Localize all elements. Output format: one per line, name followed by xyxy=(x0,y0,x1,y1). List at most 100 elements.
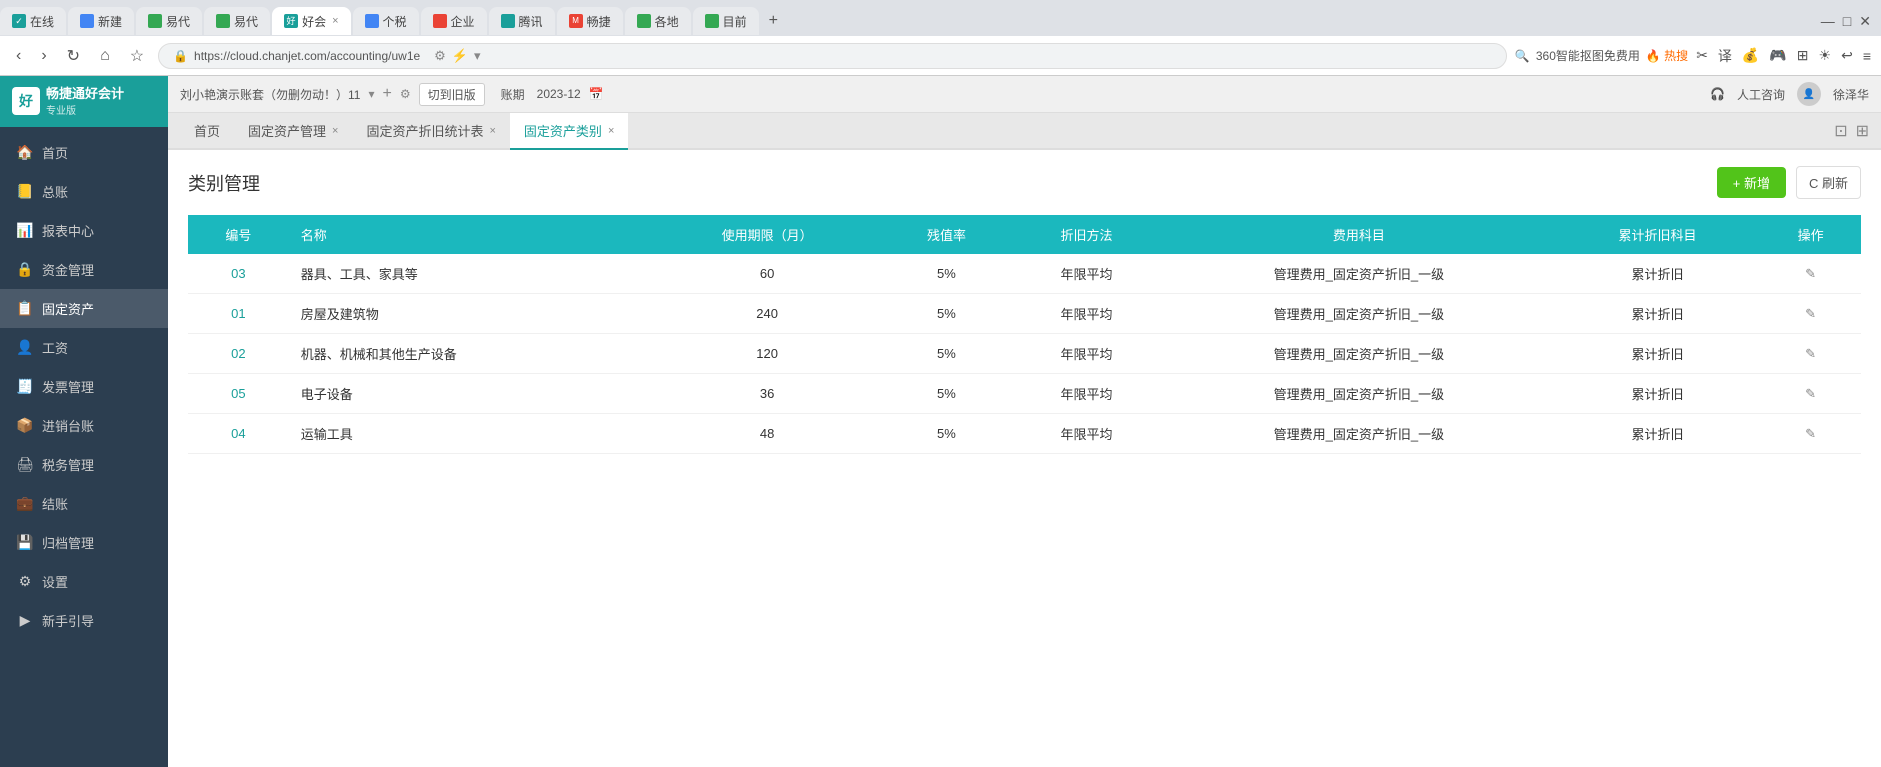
col-method: 折旧方法 xyxy=(1010,215,1163,254)
row1-code[interactable]: 03 xyxy=(188,254,289,294)
sidebar-item-ledger[interactable]: 📒 总账 xyxy=(0,172,168,211)
browser-tab-8[interactable]: 腾讯 xyxy=(489,7,555,35)
report-icon: 📊 xyxy=(16,221,34,239)
user-info: 刘小艳演示账套（勿删勿动！）11 xyxy=(180,86,360,103)
security-icon: 🔒 xyxy=(173,49,188,63)
settings-button[interactable]: ⚙ xyxy=(400,87,411,101)
row2-depreciation: 累计折旧 xyxy=(1555,294,1760,334)
minimize-button[interactable]: — xyxy=(1821,13,1835,29)
sidebar-item-settings[interactable]: ⚙ 设置 xyxy=(0,562,168,601)
row4-action[interactable]: ✎ xyxy=(1760,374,1861,414)
browser-tab-10[interactable]: 各地 xyxy=(625,7,691,35)
restore-tab-button[interactable]: ⊡ xyxy=(1834,121,1847,141)
table-row: 04 运输工具 48 5% 年限平均 管理费用_固定资产折旧_一级 累计折旧 ✎ xyxy=(188,414,1861,454)
browser-tab-9[interactable]: M 畅捷 xyxy=(557,7,623,35)
sidebar-item-tax[interactable]: 🖨 税务管理 xyxy=(0,445,168,484)
row3-method: 年限平均 xyxy=(1010,334,1163,374)
home-button[interactable]: ⌂ xyxy=(94,45,116,67)
home-icon: 🏠 xyxy=(16,143,34,161)
table-row: 01 房屋及建筑物 240 5% 年限平均 管理费用_固定资产折旧_一级 累计折… xyxy=(188,294,1861,334)
row3-code[interactable]: 02 xyxy=(188,334,289,374)
row1-action[interactable]: ✎ xyxy=(1760,254,1861,294)
main-content: 刘小艳演示账套（勿删勿动！）11 ▾ + ⚙ 切到旧版 账期 2023-12 📅… xyxy=(168,76,1881,767)
sidebar-item-salary[interactable]: 👤 工资 xyxy=(0,328,168,367)
translate-icon[interactable]: 译 xyxy=(1718,46,1732,66)
row5-action[interactable]: ✎ xyxy=(1760,414,1861,454)
scissors-icon[interactable]: ✂ xyxy=(1696,47,1708,64)
period-label: 账期 xyxy=(501,86,525,103)
close-icon: 💼 xyxy=(16,494,34,512)
refresh-button[interactable]: C 刷新 xyxy=(1796,166,1861,199)
bookmark-button[interactable]: ☆ xyxy=(124,44,150,68)
page-tab-fixed-asset-mgmt[interactable]: 固定资产管理 × xyxy=(234,113,352,150)
brightness-icon[interactable]: ☀ xyxy=(1819,47,1832,64)
back-button[interactable]: ‹ xyxy=(10,45,27,67)
forward-button[interactable]: › xyxy=(35,45,52,67)
edit-icon-2[interactable]: ✎ xyxy=(1805,306,1816,321)
page-header: 类别管理 + 新增 C 刷新 xyxy=(188,166,1861,199)
browser-tab-6[interactable]: 个税 xyxy=(353,7,419,35)
col-code: 编号 xyxy=(188,215,289,254)
undo-icon[interactable]: ↩ xyxy=(1841,47,1853,64)
sidebar-item-archive[interactable]: 💾 归档管理 xyxy=(0,523,168,562)
sidebar-item-guide[interactable]: ▶ 新手引导 xyxy=(0,601,168,640)
page-tab-home[interactable]: 首页 xyxy=(180,113,234,150)
edit-icon-4[interactable]: ✎ xyxy=(1805,386,1816,401)
sidebar-item-asset[interactable]: 📋 固定资产 xyxy=(0,289,168,328)
game-icon[interactable]: 🎮 xyxy=(1769,47,1786,64)
ledger-icon: 📒 xyxy=(16,182,34,200)
sidebar-item-report[interactable]: 📊 报表中心 xyxy=(0,211,168,250)
sidebar-item-stock[interactable]: 📦 进销台账 xyxy=(0,406,168,445)
edit-icon-1[interactable]: ✎ xyxy=(1805,266,1816,281)
dropdown-arrow[interactable]: ▾ xyxy=(368,87,374,101)
dropdown-icon[interactable]: ▾ xyxy=(474,48,481,64)
sidebar-item-invoice[interactable]: 🧾 发票管理 xyxy=(0,367,168,406)
url-input[interactable]: 🔒 https://cloud.chanjet.com/accounting/u… xyxy=(158,43,1507,69)
switch-version-button[interactable]: 切到旧版 xyxy=(419,83,485,106)
edit-icon-5[interactable]: ✎ xyxy=(1805,426,1816,441)
add-button[interactable]: + 新增 xyxy=(1717,167,1786,198)
calendar-icon[interactable]: 📅 xyxy=(589,87,604,101)
top-bar: 刘小艳演示账套（勿删勿动！）11 ▾ + ⚙ 切到旧版 账期 2023-12 📅… xyxy=(168,76,1881,113)
tab-close-depreciation-stat[interactable]: × xyxy=(489,125,495,137)
tab-close-5[interactable]: × xyxy=(332,15,338,27)
help-label[interactable]: 人工咨询 xyxy=(1737,86,1785,103)
grid-icon[interactable]: ⊞ xyxy=(1797,47,1809,64)
browser-tab-5[interactable]: 好 好会 × xyxy=(272,7,350,35)
add-account-button[interactable]: + xyxy=(383,85,392,103)
browser-tab-4[interactable]: 易代 xyxy=(204,7,270,35)
row2-code[interactable]: 01 xyxy=(188,294,289,334)
logo-sub-text: 专业版 xyxy=(46,102,124,117)
browser-tab-2[interactable]: 新建 xyxy=(68,7,134,35)
browser-tab-1[interactable]: ✓ 在线 xyxy=(0,7,66,35)
top-bar-left: 刘小艳演示账套（勿删勿动！）11 ▾ + ⚙ 切到旧版 账期 2023-12 📅 xyxy=(180,83,604,106)
row3-action[interactable]: ✎ xyxy=(1760,334,1861,374)
header-actions: + 新增 C 刷新 xyxy=(1717,166,1861,199)
tab-close-asset-category[interactable]: × xyxy=(608,125,614,137)
row1-period: 60 xyxy=(651,254,883,294)
sidebar-item-home[interactable]: 🏠 首页 xyxy=(0,133,168,172)
close-window-button[interactable]: ✕ xyxy=(1859,13,1871,30)
search-area[interactable]: 🔍 360智能抠图免费用 🔥 热搜 xyxy=(1515,47,1688,64)
tab-close-fixed-asset-mgmt[interactable]: × xyxy=(332,125,338,137)
row5-code[interactable]: 04 xyxy=(188,414,289,454)
new-tab-button[interactable]: + xyxy=(761,8,786,34)
browser-tab-7[interactable]: 企业 xyxy=(421,7,487,35)
maximize-button[interactable]: □ xyxy=(1843,13,1851,29)
row5-residual: 5% xyxy=(883,414,1010,454)
row4-residual: 5% xyxy=(883,374,1010,414)
expand-tab-button[interactable]: ⊞ xyxy=(1856,121,1869,141)
menu-icon[interactable]: ≡ xyxy=(1863,48,1871,64)
page-tab-asset-category[interactable]: 固定资产类别 × xyxy=(510,113,628,150)
edit-icon-3[interactable]: ✎ xyxy=(1805,346,1816,361)
wallet-icon[interactable]: 💰 xyxy=(1742,47,1759,64)
reload-button[interactable]: ↻ xyxy=(61,44,86,68)
browser-tab-3[interactable]: 易代 xyxy=(136,7,202,35)
sidebar-item-close[interactable]: 💼 结账 xyxy=(0,484,168,523)
sidebar-nav: 🏠 首页 📒 总账 📊 报表中心 🔒 资金管理 📋 固定资产 👤 工资 xyxy=(0,127,168,767)
sidebar-item-fund[interactable]: 🔒 资金管理 xyxy=(0,250,168,289)
row2-action[interactable]: ✎ xyxy=(1760,294,1861,334)
browser-tab-11[interactable]: 目前 xyxy=(693,7,759,35)
row4-code[interactable]: 05 xyxy=(188,374,289,414)
page-tab-depreciation-stat[interactable]: 固定资产折旧统计表 × xyxy=(352,113,509,150)
